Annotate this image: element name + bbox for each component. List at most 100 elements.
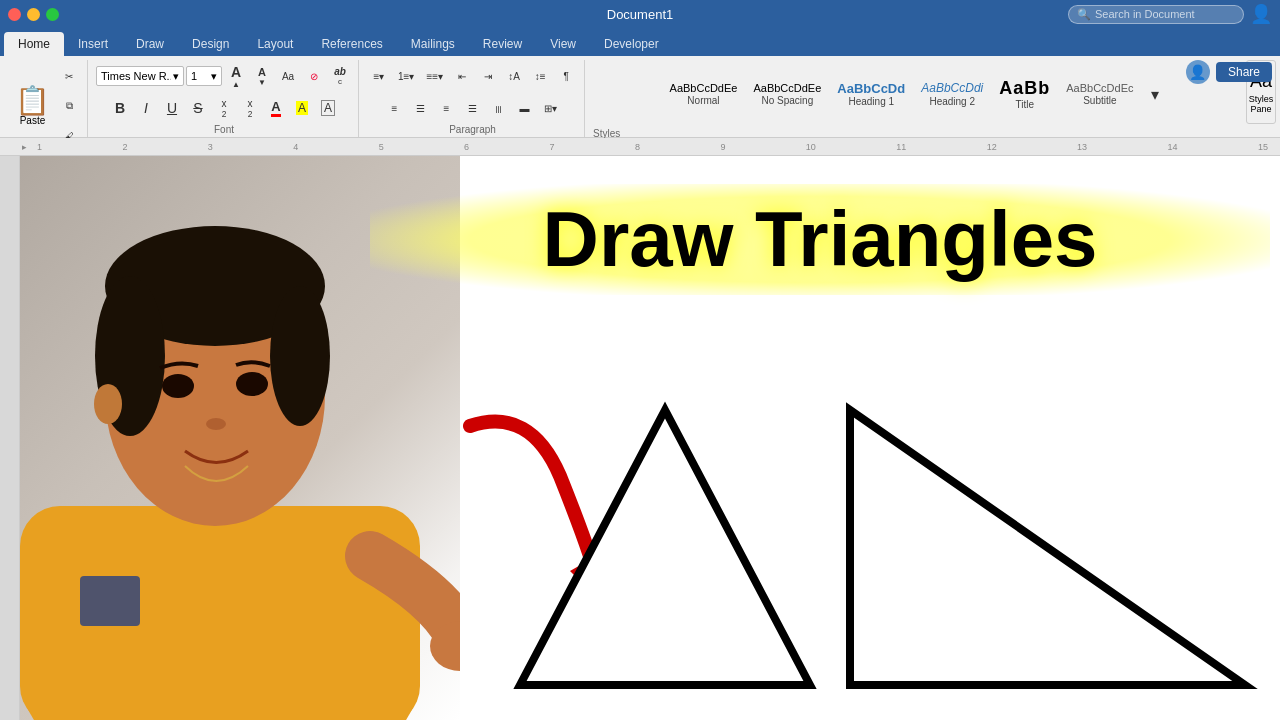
document-canvas: Draw Triangles	[20, 156, 1280, 720]
text-shading-button[interactable]: A	[316, 94, 340, 122]
align-right-icon: ≡	[444, 103, 450, 114]
strikethrough-button[interactable]: S	[186, 94, 210, 122]
tab-layout[interactable]: Layout	[243, 32, 307, 56]
tab-references[interactable]: References	[307, 32, 396, 56]
style-subtitle[interactable]: AaBbCcDdEc Subtitle	[1059, 62, 1140, 126]
title-bar: Document1 🔍 👤	[0, 0, 1280, 28]
align-left-button[interactable]: ≡	[383, 94, 407, 122]
cut-button[interactable]: ✂	[57, 62, 81, 90]
font-size-dropdown[interactable]: 1 ▾	[186, 66, 222, 86]
justify-button[interactable]: ☰	[461, 94, 485, 122]
line-spacing-button[interactable]: ↕≡	[528, 62, 552, 90]
maximize-button[interactable]	[46, 8, 59, 21]
superscript-button[interactable]: x2	[238, 94, 262, 122]
align-right-button[interactable]: ≡	[435, 94, 459, 122]
tab-draw[interactable]: Draw	[122, 32, 178, 56]
tab-home[interactable]: Home	[4, 32, 64, 56]
pilcrow-button[interactable]: ¶	[554, 62, 578, 90]
left-sidebar	[0, 156, 20, 720]
font-section: Times New R... ▾ 1 ▾ A▲ A▼ Aa ⊘ abc B I …	[90, 60, 359, 137]
svg-point-6	[270, 286, 330, 426]
share-button[interactable]: Share	[1216, 62, 1272, 82]
highlight-color-button[interactable]: A	[290, 94, 314, 122]
subscript-button[interactable]: x2	[212, 94, 236, 122]
close-button[interactable]	[8, 8, 21, 21]
tab-design[interactable]: Design	[178, 32, 243, 56]
numbering-button[interactable]: 1≡▾	[393, 62, 419, 90]
user-icon[interactable]: 👤	[1250, 3, 1272, 25]
svg-rect-12	[80, 576, 140, 626]
font-name-dropdown[interactable]: Times New R... ▾	[96, 66, 184, 86]
change-case-button[interactable]: Aa	[276, 62, 300, 90]
equilateral-triangle	[510, 400, 820, 700]
justify-icon: ☰	[468, 103, 477, 114]
more-styles-button[interactable]: ▾	[1143, 80, 1167, 108]
document-page[interactable]: Draw Triangles	[20, 156, 1280, 720]
main-area: Draw Triangles	[0, 156, 1280, 720]
svg-point-7	[162, 374, 194, 398]
increase-font-icon: A	[231, 64, 241, 80]
svg-point-10	[94, 384, 122, 424]
normal-preview: AaBbCcDdEe	[670, 82, 738, 95]
multilevel-icon: ≡≡▾	[426, 71, 443, 82]
clear-format-button[interactable]: ⊘	[302, 62, 326, 90]
borders-button[interactable]: ⊞▾	[539, 94, 563, 122]
minimize-button[interactable]	[27, 8, 40, 21]
clear-icon: ⊘	[310, 71, 318, 82]
paste-label: Paste	[20, 115, 46, 126]
tab-view[interactable]: View	[536, 32, 590, 56]
paste-button[interactable]: 📋 Paste	[10, 84, 55, 129]
paragraph-section: ≡▾ 1≡▾ ≡≡▾ ⇤ ⇥ ↕A ↕≡ ¶ ≡ ☰ ≡ ☰ ⫼ ▬ ⊞▾ Pa…	[361, 60, 585, 137]
text-effects-button[interactable]: abc	[328, 62, 352, 90]
pilcrow-icon: ¶	[563, 71, 568, 82]
copy-button[interactable]: ⧉	[57, 92, 81, 120]
bullets-button[interactable]: ≡▾	[367, 62, 391, 90]
underline-button[interactable]: U	[160, 94, 184, 122]
shading-icon: A	[321, 100, 335, 116]
style-no-spacing[interactable]: AaBbCcDdEe No Spacing	[746, 62, 828, 126]
no-spacing-label: No Spacing	[762, 95, 814, 106]
chevron-down-icon: ▾	[211, 70, 217, 83]
document-title: Document1	[607, 7, 673, 22]
cut-icon: ✂	[65, 71, 73, 82]
window-controls	[8, 8, 59, 21]
paste-icon: 📋	[15, 87, 50, 115]
italic-button[interactable]: I	[134, 94, 158, 122]
tab-review[interactable]: Review	[469, 32, 536, 56]
decrease-font-button[interactable]: A▼	[250, 62, 274, 90]
search-box[interactable]: 🔍	[1068, 5, 1244, 24]
shading-para-button[interactable]: ▬	[513, 94, 537, 122]
increase-font-button[interactable]: A▲	[224, 62, 248, 90]
bold-button[interactable]: B	[108, 94, 132, 122]
multilevel-button[interactable]: ≡≡▾	[421, 62, 448, 90]
columns-button[interactable]: ⫼	[487, 94, 511, 122]
no-spacing-preview: AaBbCcDdEe	[753, 82, 821, 95]
ruler-scale: 12345 678910 1112131415	[27, 142, 1278, 152]
font-row2: B I U S x2 x2 A A A	[108, 94, 340, 122]
tab-mailings[interactable]: Mailings	[397, 32, 469, 56]
increase-indent-button[interactable]: ⇥	[476, 62, 500, 90]
decrease-font-icon: A	[258, 66, 266, 78]
clipboard-row: 📋 Paste ✂ ⧉ 🖌	[10, 62, 81, 150]
style-title[interactable]: AaBb Title	[992, 62, 1057, 126]
title-label: Title	[1015, 99, 1034, 110]
styles-gallery: AaBbCcDdEe Normal AaBbCcDdEe No Spacing …	[663, 62, 1167, 126]
style-heading1[interactable]: AaBbCcDd Heading 1	[830, 62, 912, 126]
copy-icon: ⧉	[66, 100, 73, 112]
svg-marker-15	[850, 410, 1245, 685]
search-input[interactable]	[1095, 8, 1235, 20]
decrease-indent-button[interactable]: ⇤	[450, 62, 474, 90]
normal-label: Normal	[687, 95, 719, 106]
align-center-button[interactable]: ☰	[409, 94, 433, 122]
style-normal[interactable]: AaBbCcDdEe Normal	[663, 62, 745, 126]
ribbon-toolbar: 📋 Paste ✂ ⧉ 🖌 Clipboard Times New R... ▾…	[0, 56, 1280, 138]
sort-button[interactable]: ↕A	[502, 62, 526, 90]
sort-icon: ↕A	[508, 71, 520, 82]
tab-developer[interactable]: Developer	[590, 32, 673, 56]
user-avatar[interactable]: 👤	[1186, 60, 1210, 84]
style-heading2[interactable]: AaBbCcDdi Heading 2	[914, 62, 990, 126]
heading1-preview: AaBbCcDd	[837, 81, 905, 97]
tab-insert[interactable]: Insert	[64, 32, 122, 56]
text-color-button[interactable]: A	[264, 94, 288, 122]
heading2-preview: AaBbCcDdi	[921, 81, 983, 95]
